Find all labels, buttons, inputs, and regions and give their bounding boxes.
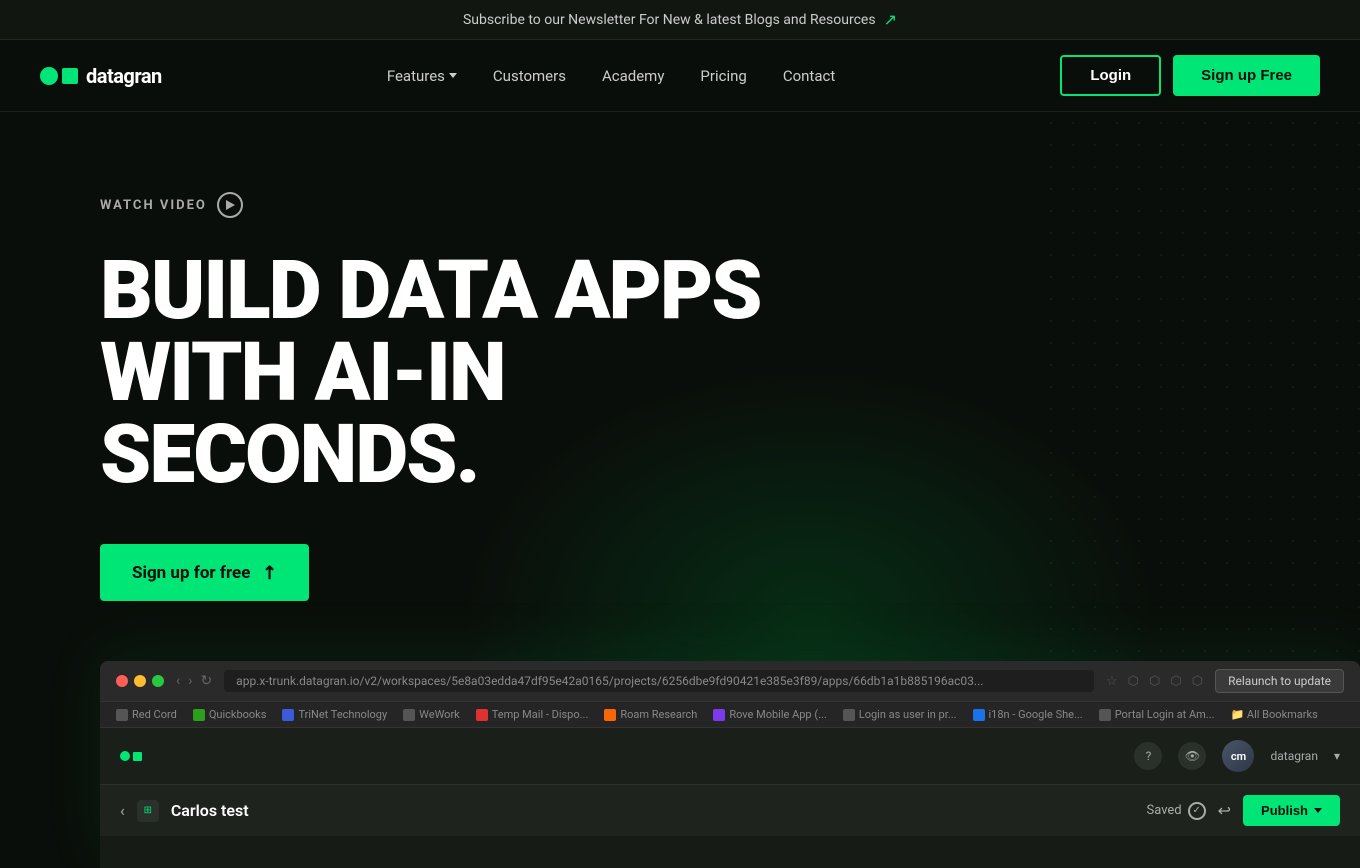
browser-dot-yellow (134, 675, 146, 687)
bookmark-tempmail[interactable]: Temp Mail - Dispo... (476, 708, 589, 721)
play-triangle (226, 200, 235, 210)
publish-button[interactable]: Publish (1243, 795, 1340, 826)
bookmark-favicon (476, 709, 488, 721)
logo-circle (40, 67, 58, 85)
cta-arrow-icon: ↗ (257, 560, 283, 586)
toolbar-right: Saved ✓ ↩ Publish (1147, 795, 1341, 826)
publish-chevron-icon (1314, 808, 1322, 813)
bookmark-favicon (403, 709, 415, 721)
saved-check-icon: ✓ (1188, 802, 1206, 820)
bookmark-portal[interactable]: Portal Login at Am... (1099, 708, 1215, 721)
help-icon[interactable]: ? (1134, 742, 1162, 770)
app-toolbar: ‹ ⊞ Carlos test Saved ✓ ↩ Publish (100, 785, 1360, 836)
bookmark-login[interactable]: Login as user in pr... (843, 708, 957, 721)
avatar[interactable]: cm (1222, 740, 1254, 772)
pricing-link[interactable]: Pricing (700, 67, 746, 85)
customers-link[interactable]: Customers (493, 67, 566, 85)
refresh-icon[interactable]: ↻ (200, 673, 212, 689)
contact-link[interactable]: Contact (783, 67, 835, 85)
hero-section: WATCH VIDEO BUILD DATA APPS WITH AI-IN S… (0, 112, 1360, 868)
extension-icon-1: ⬡ (1128, 674, 1139, 689)
features-link[interactable]: Features (387, 67, 457, 85)
app-logo-dot (120, 751, 130, 761)
bookmark-favicon (1099, 709, 1111, 721)
nav-actions: Login Sign up Free (1060, 55, 1320, 96)
nav-item-pricing[interactable]: Pricing (700, 66, 746, 85)
login-button[interactable]: Login (1060, 55, 1161, 96)
user-chevron-icon[interactable]: ▾ (1334, 749, 1340, 763)
star-icon[interactable]: ☆ (1106, 674, 1118, 689)
academy-link[interactable]: Academy (602, 67, 664, 85)
app-content: ? 👁 cm datagran ▾ ‹ ⊞ Carlos test (100, 728, 1360, 868)
user-name: datagran (1270, 749, 1317, 763)
bookmark-favicon (713, 709, 725, 721)
nav-item-academy[interactable]: Academy (602, 66, 664, 85)
banner-text: Subscribe to our Newsletter For New & la… (463, 12, 876, 28)
bookmark-rove[interactable]: Rove Mobile App (... (713, 708, 826, 721)
main-nav: datagran Features Customers Academy Pric… (0, 40, 1360, 112)
hero-title: BUILD DATA APPS WITH AI-IN SECONDS. (100, 250, 900, 496)
undo-button[interactable]: ↩ (1218, 801, 1231, 820)
bookmark-favicon (973, 709, 985, 721)
bookmark-favicon (843, 709, 855, 721)
back-icon[interactable]: ‹ (176, 673, 180, 689)
bookmark-favicon (282, 709, 294, 721)
bookmarks-bar: Red Cord Quickbooks TriNet Technology We… (100, 702, 1360, 728)
extension-icon-2: ⬡ (1149, 674, 1160, 689)
browser-extra-icons: ☆ ⬡ ⬡ ⬡ ⬡ (1106, 674, 1203, 689)
bookmark-all[interactable]: 📁 All Bookmarks (1231, 708, 1318, 721)
bookmark-favicon (193, 709, 205, 721)
hero-content: WATCH VIDEO BUILD DATA APPS WITH AI-IN S… (0, 192, 900, 601)
browser-mockup-wrapper: ‹ › ↻ app.x-trunk.datagran.io/v2/workspa… (100, 661, 1360, 868)
logo-square (62, 68, 78, 84)
relaunch-button[interactable]: Relaunch to update (1215, 669, 1344, 693)
forward-icon[interactable]: › (188, 673, 192, 689)
saved-status: Saved ✓ (1147, 802, 1206, 820)
nav-links: Features Customers Academy Pricing Conta… (387, 66, 835, 85)
bookmark-trinet[interactable]: TriNet Technology (282, 708, 387, 721)
logo-mark (40, 67, 78, 85)
view-icon[interactable]: 👁 (1178, 742, 1206, 770)
browser-dot-red (116, 675, 128, 687)
bookmark-roam[interactable]: Roam Research (604, 708, 697, 721)
bookmark-favicon (604, 709, 616, 721)
banner-arrow: ↗ (884, 10, 897, 29)
hero-cta-button[interactable]: Sign up for free ↗ (100, 544, 309, 601)
logo-text: datagran (86, 64, 162, 88)
bookmark-quickbooks[interactable]: Quickbooks (193, 708, 267, 721)
bookmark-i18n[interactable]: i18n - Google She... (973, 708, 1083, 721)
bookmark-favicon (116, 709, 128, 721)
app-logo-sq (133, 752, 142, 761)
play-icon[interactable] (217, 192, 243, 218)
watch-video-label[interactable]: WATCH VIDEO (100, 192, 900, 218)
app-title: Carlos test (171, 801, 249, 820)
chevron-down-icon (449, 73, 457, 78)
browser-address-bar[interactable]: app.x-trunk.datagran.io/v2/workspaces/5e… (224, 670, 1094, 692)
browser-dots (116, 675, 164, 687)
signup-button[interactable]: Sign up Free (1173, 55, 1320, 96)
extension-icon-3: ⬡ (1170, 674, 1181, 689)
bookmark-wework[interactable]: WeWork (403, 708, 460, 721)
back-button[interactable]: ‹ (120, 801, 125, 820)
browser-chrome-bar: ‹ › ↻ app.x-trunk.datagran.io/v2/workspa… (100, 661, 1360, 702)
top-banner[interactable]: Subscribe to our Newsletter For New & la… (0, 0, 1360, 40)
toolbar-left: ‹ ⊞ Carlos test (120, 800, 249, 822)
bookmark-red-cord[interactable]: Red Cord (116, 708, 177, 721)
app-logo-small (120, 742, 148, 770)
browser-dot-green (152, 675, 164, 687)
extension-icon-4: ⬡ (1192, 674, 1203, 689)
app-type-icon: ⊞ (137, 800, 159, 822)
app-top-icons: ? 👁 cm datagran ▾ (1134, 740, 1340, 772)
logo-link[interactable]: datagran (40, 64, 162, 88)
browser-mockup: ‹ › ↻ app.x-trunk.datagran.io/v2/workspa… (100, 661, 1360, 868)
nav-item-customers[interactable]: Customers (493, 66, 566, 85)
nav-item-features[interactable]: Features (387, 67, 457, 85)
app-top-bar: ? 👁 cm datagran ▾ (100, 728, 1360, 785)
nav-item-contact[interactable]: Contact (783, 66, 835, 85)
browser-nav-icons: ‹ › ↻ (176, 673, 212, 689)
